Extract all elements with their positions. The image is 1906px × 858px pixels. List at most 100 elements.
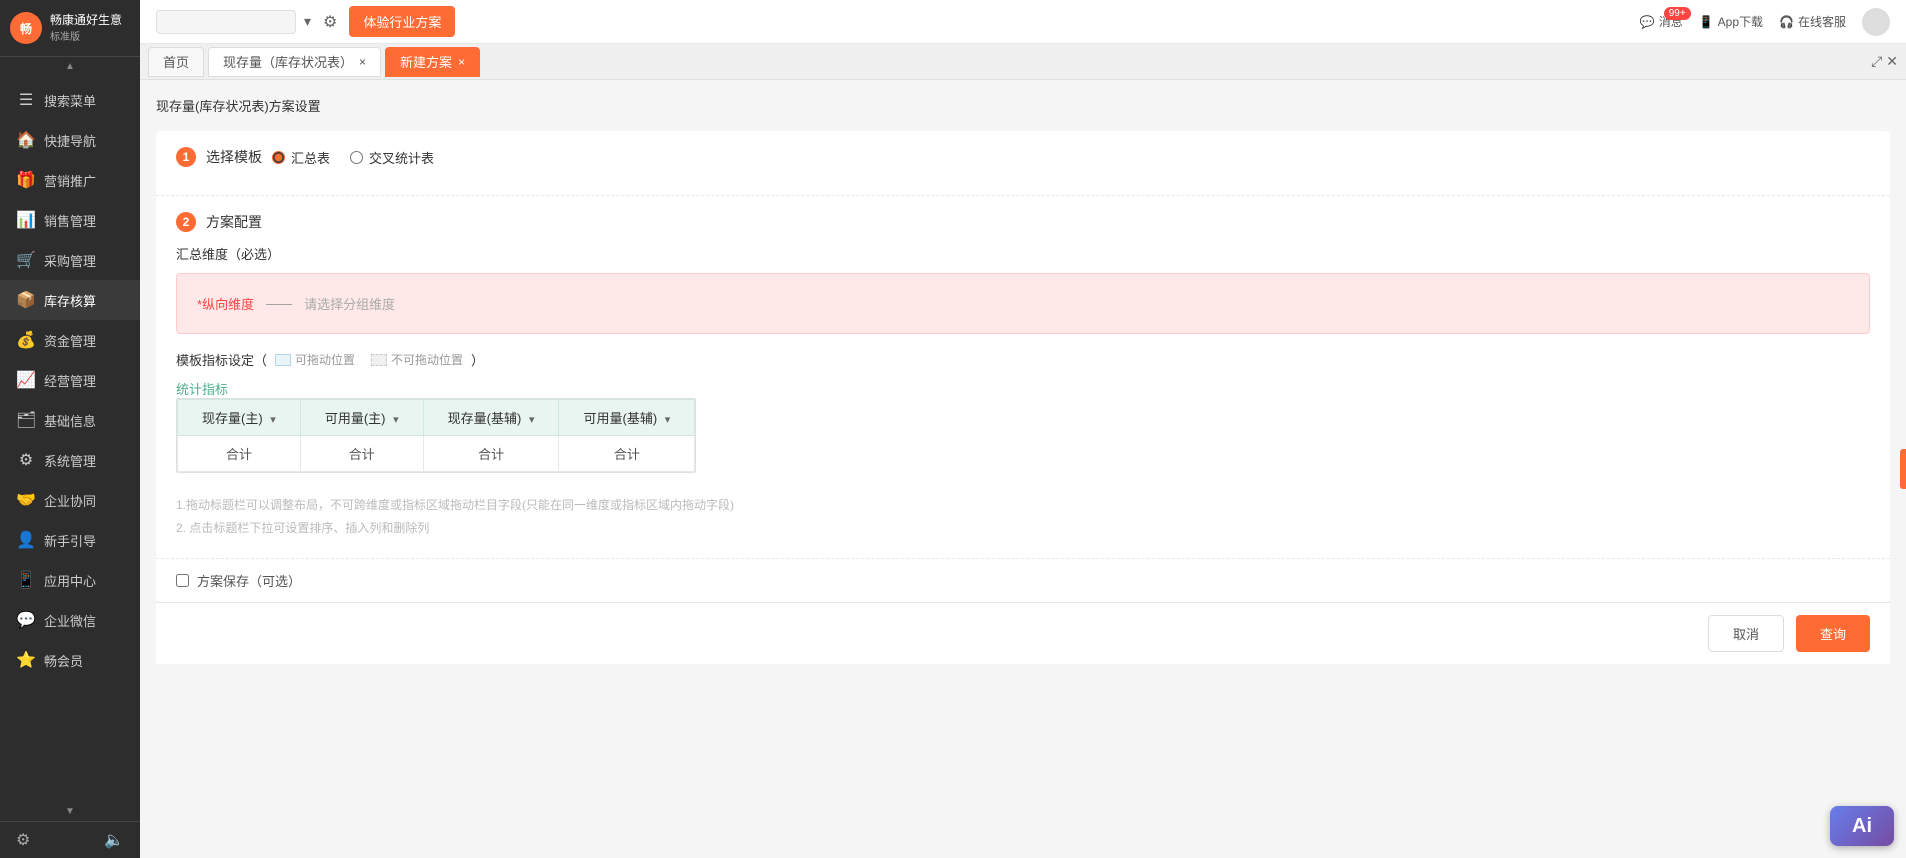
stats-table-data-row: 合计 合计 合计 合计 xyxy=(178,436,695,472)
stats-col-1-header[interactable]: 现存量(主) ▾ xyxy=(178,400,301,436)
dimension-separator: —— xyxy=(266,296,292,311)
stats-col-4-dropdown[interactable]: ▾ xyxy=(665,414,671,426)
sidebar-item-sales[interactable]: 📊 销售管理 xyxy=(0,200,140,240)
sidebar-label-finance: 资金管理 xyxy=(44,331,96,350)
header-search-input[interactable] xyxy=(156,10,296,34)
sidebar-item-system[interactable]: ⚙ 系统管理 xyxy=(0,440,140,480)
online-service-button[interactable]: 🎧 在线客服 xyxy=(1779,13,1846,30)
legend-nodrag-label: 不可拖动位置 xyxy=(391,351,463,368)
sidebar-item-basic[interactable]: 🗂 基础信息 xyxy=(0,400,140,440)
sidebar-scroll-down[interactable]: ▼ xyxy=(0,802,140,821)
message-button[interactable]: 💬 消息 99+ xyxy=(1640,13,1683,30)
gear-sidebar-icon: ⚙ xyxy=(16,450,36,470)
save-checkbox[interactable] xyxy=(176,574,189,587)
stats-col-3-dropdown[interactable]: ▾ xyxy=(529,414,535,426)
settings-bottom-icon[interactable]: ⚙ xyxy=(16,830,30,850)
logo-icon: 畅 xyxy=(10,12,42,44)
tab-home[interactable]: 首页 xyxy=(148,47,204,77)
dimension-area[interactable]: *纵向维度 —— 请选择分组维度 xyxy=(176,273,1870,334)
sidebar-item-operations[interactable]: 📈 经营管理 xyxy=(0,360,140,400)
stats-col-4-header[interactable]: 可用量(基辅) ▾ xyxy=(559,400,695,436)
ai-badge[interactable]: Ai xyxy=(1830,806,1894,846)
sidebar-item-marketing[interactable]: 🎁 营销推广 xyxy=(0,160,140,200)
sidebar-item-quicknav[interactable]: 🏠 快捷导航 xyxy=(0,120,140,160)
dimension-placeholder: 请选择分组维度 xyxy=(304,294,395,313)
sidebar-item-cooperation[interactable]: 🤝 企业协同 xyxy=(0,480,140,520)
main-area: ▾ ⚙ 体验行业方案 💬 消息 99+ 📱 App下载 🎧 在线客服 首页 xyxy=(140,0,1906,858)
trend-icon: 📈 xyxy=(16,370,36,390)
sidebar-item-finance[interactable]: 💰 资金管理 xyxy=(0,320,140,360)
radio-crosstab-label: 交叉统计表 xyxy=(369,148,434,167)
tab-new-plan[interactable]: 新建方案 × xyxy=(385,47,480,77)
tab-inventory-close[interactable]: × xyxy=(359,55,366,69)
stats-col-1-label: 现存量(主) xyxy=(202,411,263,426)
headset-icon: 🎧 xyxy=(1779,15,1794,29)
query-button[interactable]: 查询 xyxy=(1796,615,1870,652)
header-left: ▾ ⚙ 体验行业方案 xyxy=(156,6,455,37)
volume-icon[interactable]: 🔈 xyxy=(104,830,124,850)
handshake-icon: 🤝 xyxy=(16,490,36,510)
chart-icon: 📊 xyxy=(16,210,36,230)
bottom-bar: 取消 查询 xyxy=(156,602,1890,664)
tab-bar: 首页 现存量（库存状况表） × 新建方案 × ⤢ ✕ xyxy=(140,44,1906,80)
header-gear-button[interactable]: ⚙ xyxy=(323,12,337,32)
stats-col-1-dropdown[interactable]: ▾ xyxy=(270,414,276,426)
app-download-button[interactable]: 📱 App下载 xyxy=(1699,13,1763,30)
tab-collapse-button[interactable]: ✕ xyxy=(1886,53,1898,70)
stats-col-3-header[interactable]: 现存量(基辅) ▾ xyxy=(423,400,559,436)
indicator-label-row: 模板指标设定（ 可拖动位置 不可拖动位置 ） xyxy=(176,350,1870,369)
save-label: 方案保存（可选） xyxy=(197,571,301,590)
sidebar-item-wechat[interactable]: 💬 企业微信 xyxy=(0,600,140,640)
cancel-button[interactable]: 取消 xyxy=(1708,615,1784,652)
sidebar-label-member: 畅会员 xyxy=(44,651,83,670)
header-search-area: ▾ xyxy=(156,10,311,34)
legend-nodrag: 不可拖动位置 xyxy=(371,351,463,368)
tip-2: 2. 点击标题栏下拉可设置排序、插入列和删除列 xyxy=(176,519,1870,536)
tab-new-plan-close[interactable]: × xyxy=(458,55,465,69)
radio-summary-input[interactable] xyxy=(272,151,285,164)
section2-header: 2 方案配置 xyxy=(176,212,1870,232)
sidebar-item-newuser[interactable]: 👤 新手引导 xyxy=(0,520,140,560)
section2-title: 方案配置 xyxy=(206,212,262,232)
header-dropdown-button[interactable]: ▾ xyxy=(304,13,311,30)
stats-col-2-dropdown[interactable]: ▾ xyxy=(393,414,399,426)
sidebar-label-cooperation: 企业协同 xyxy=(44,491,96,510)
sidebar-item-member[interactable]: ⭐ 畅会员 xyxy=(0,640,140,680)
sidebar-label-sales: 销售管理 xyxy=(44,211,96,230)
tab-expand-button[interactable]: ⤢ xyxy=(1871,53,1882,70)
radio-crosstab[interactable]: 交叉统计表 xyxy=(350,148,434,167)
stats-cell-1: 合计 xyxy=(178,436,301,472)
user-icon: 👤 xyxy=(16,530,36,550)
app-label: App下载 xyxy=(1718,13,1763,30)
tab-inventory[interactable]: 现存量（库存状况表） × xyxy=(208,47,381,77)
sidebar-item-purchase[interactable]: 🛒 采购管理 xyxy=(0,240,140,280)
sidebar-label-system: 系统管理 xyxy=(44,451,96,470)
stats-col-3-label: 现存量(基辅) xyxy=(448,411,522,426)
user-avatar[interactable] xyxy=(1862,8,1890,36)
trial-button[interactable]: 体验行业方案 xyxy=(349,6,455,37)
app-name: 畅康通好生意 xyxy=(50,13,122,29)
header-right: 💬 消息 99+ 📱 App下载 🎧 在线客服 xyxy=(1640,8,1890,36)
box-icon: 📦 xyxy=(16,290,36,310)
radio-crosstab-input[interactable] xyxy=(350,151,363,164)
sidebar-nav: ☰ 搜索菜单 🏠 快捷导航 🎁 营销推广 📊 销售管理 🛒 采购管理 📦 库存核… xyxy=(0,76,140,802)
stats-col-2-header[interactable]: 可用量(主) ▾ xyxy=(300,400,423,436)
sidebar-label-wechat: 企业微信 xyxy=(44,611,96,630)
sidebar-item-appcenter[interactable]: 📱 应用中心 xyxy=(0,560,140,600)
sidebar-scroll-up[interactable]: ▲ xyxy=(0,57,140,76)
message-icon: 💬 xyxy=(1640,15,1655,29)
tab-inventory-label: 现存量（库存状况表） xyxy=(223,52,353,71)
radio-summary[interactable]: 汇总表 xyxy=(272,148,330,167)
stats-table: 现存量(主) ▾ 可用量(主) ▾ 现存量(基辅) xyxy=(177,399,695,472)
dimension-row: *纵向维度 —— 请选择分组维度 xyxy=(197,294,1849,313)
dimension-label: 汇总维度（必选） xyxy=(176,244,1870,263)
section2-num: 2 xyxy=(176,212,196,232)
sidebar-label-purchase: 采购管理 xyxy=(44,251,96,270)
mobile-icon: 📱 xyxy=(16,570,36,590)
sidebar-item-inventory[interactable]: 📦 库存核算 xyxy=(0,280,140,320)
right-handle xyxy=(1900,449,1906,489)
cart-icon: 🛒 xyxy=(16,250,36,270)
message-badge: 99+ xyxy=(1664,7,1691,20)
stats-cell-2: 合计 xyxy=(300,436,423,472)
sidebar-item-search[interactable]: ☰ 搜索菜单 xyxy=(0,80,140,120)
